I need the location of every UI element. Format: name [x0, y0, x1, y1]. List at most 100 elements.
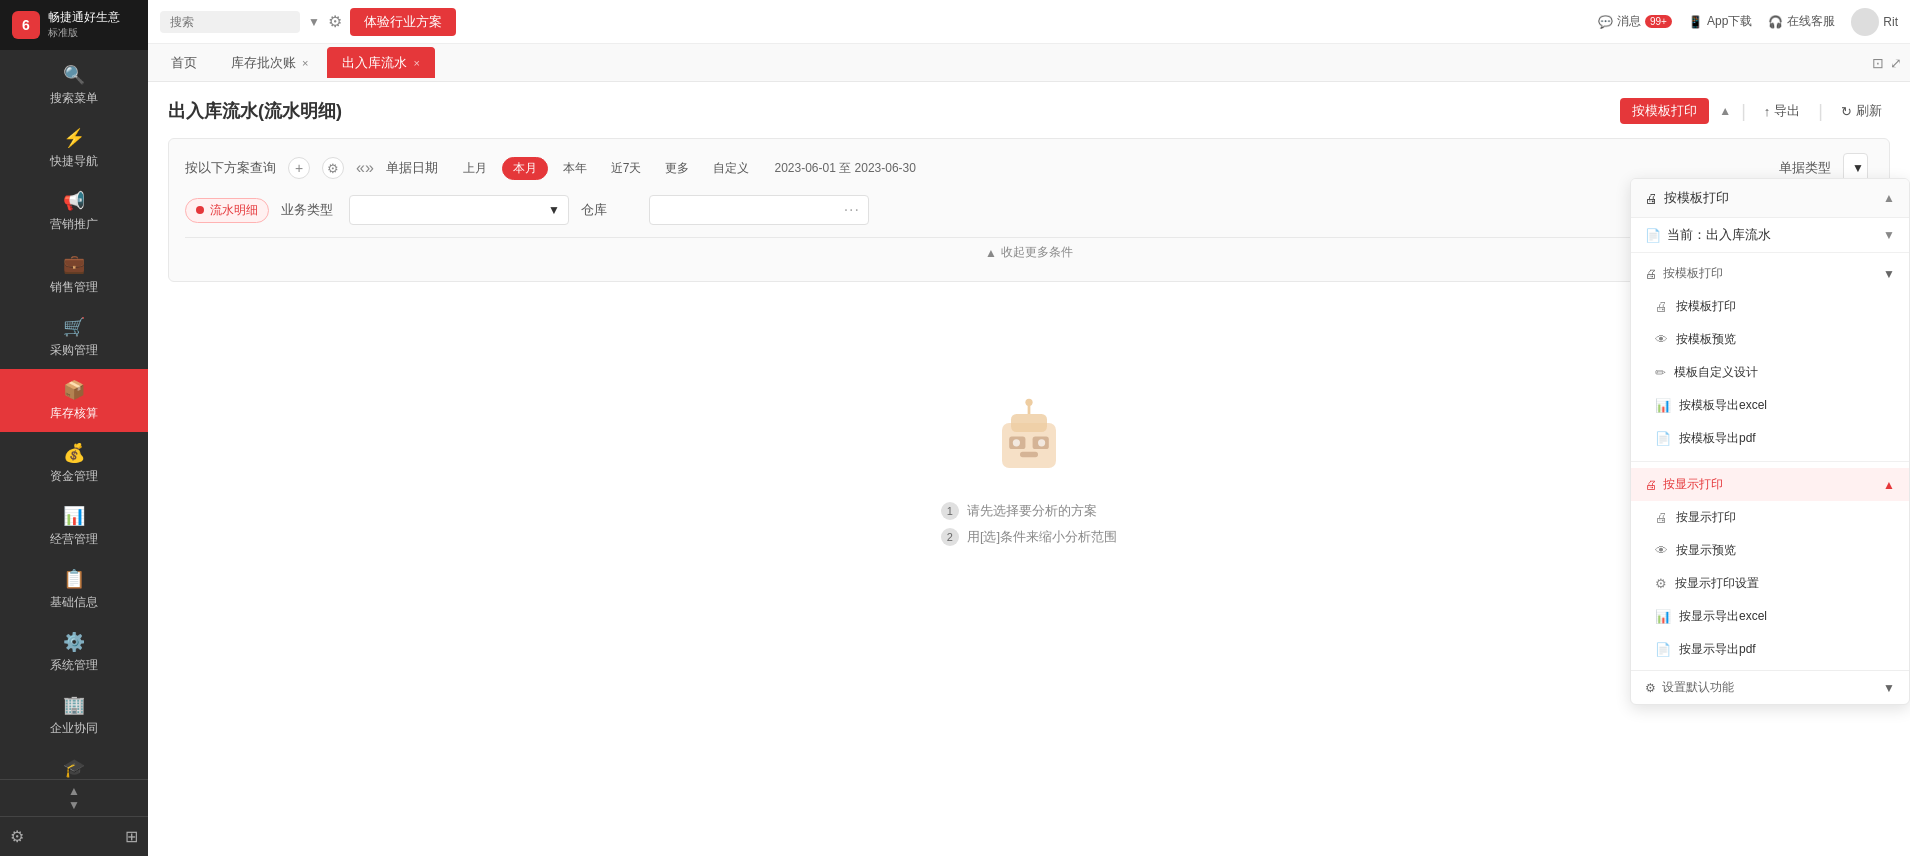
warehouse-dots[interactable]: ···: [844, 201, 860, 219]
user-item[interactable]: Rit: [1851, 8, 1898, 36]
biz-type-select[interactable]: ▼: [349, 195, 569, 225]
message-icon: 💬: [1598, 15, 1613, 29]
industry-btn[interactable]: 体验行业方案: [350, 8, 456, 36]
window-restore-icon[interactable]: ⊡: [1872, 55, 1884, 71]
date-range: 2023-06-01 至 2023-06-30: [774, 160, 915, 177]
warehouse-select[interactable]: ···: [649, 195, 869, 225]
current-chevron[interactable]: ▼: [1883, 228, 1895, 242]
tab-flowdetail[interactable]: 出入库流水 ×: [327, 47, 434, 78]
tabs-right: ⊡ ⤢: [1872, 55, 1902, 71]
active-filter-badge[interactable]: 流水明细: [185, 198, 269, 223]
sidebar-item-operation[interactable]: 📊 经营管理: [0, 495, 148, 558]
empty-illustration: [984, 396, 1074, 486]
nav-label-inventory: 库存核算: [50, 405, 98, 422]
sidebar-scroll-up[interactable]: ▲: [68, 784, 80, 798]
item-icon-display-preview: 👁: [1655, 543, 1668, 558]
filter-collapse-arrows[interactable]: «»: [356, 159, 374, 177]
template-print-section-header[interactable]: 🖨 按模板打印 ▼: [1631, 257, 1909, 290]
search-input[interactable]: [160, 11, 300, 33]
filter-dot: [196, 206, 204, 214]
online-service-label: 在线客服: [1787, 13, 1835, 30]
template-section-chevron: ▼: [1883, 267, 1895, 281]
collapse-more-btn[interactable]: ▲ 收起更多条件: [185, 237, 1873, 267]
phone-icon: 📱: [1688, 15, 1703, 29]
display-settings-label: 按显示打印设置: [1675, 575, 1759, 592]
item-icon-pdf: 📄: [1655, 431, 1671, 446]
sidebar-item-enterprise[interactable]: 🏢 企业协同: [0, 684, 148, 747]
sidebar-item-sales[interactable]: 💼 销售管理: [0, 243, 148, 306]
sidebar-item-marketing[interactable]: 📢 营销推广: [0, 180, 148, 243]
sidebar-item-inventory[interactable]: 📦 库存核算: [0, 369, 148, 432]
display-pdf-item[interactable]: 📄 按显示导出pdf: [1631, 633, 1909, 666]
template-print-chevron[interactable]: ▲: [1719, 104, 1731, 118]
template-custom-label: 模板自定义设计: [1674, 364, 1758, 381]
current-label: 当前：出入库流水: [1667, 226, 1771, 244]
headset-icon: 🎧: [1768, 15, 1783, 29]
app-download-item[interactable]: 📱 App下载: [1688, 13, 1752, 30]
date-tab-prev-month[interactable]: 上月: [454, 156, 496, 181]
search-dropdown-icon[interactable]: ▼: [308, 15, 320, 29]
biz-type-label: 业务类型: [281, 201, 337, 219]
sidebar-item-newbie[interactable]: 🎓 新手引导: [0, 747, 148, 779]
empty-step-1: 1 请先选择要分析的方案: [941, 502, 1097, 520]
doc-type-dropdown-icon: ▼: [1852, 161, 1864, 175]
sidebar-item-purchase[interactable]: 🛒 采购管理: [0, 306, 148, 369]
main-area: ▼ ⚙ 体验行业方案 💬 消息 99+ 📱 App下载 🎧 在线客服 Rit: [148, 0, 1910, 856]
display-print-item-label: 按显示打印: [1676, 509, 1736, 526]
sidebar-item-basic[interactable]: 📋 基础信息: [0, 558, 148, 621]
item-icon-print: 🖨: [1655, 299, 1668, 314]
nav-icon-system: ⚙️: [63, 631, 85, 653]
template-custom-item[interactable]: ✏ 模板自定义设计: [1631, 356, 1909, 389]
collapse-sidebar-icon[interactable]: ⊞: [125, 827, 138, 846]
edition-label: 标准版: [48, 26, 120, 40]
sidebar-item-system[interactable]: ⚙️ 系统管理: [0, 621, 148, 684]
template-pdf-item[interactable]: 📄 按模板导出pdf: [1631, 422, 1909, 455]
export-btn[interactable]: ↑ 导出: [1756, 98, 1809, 124]
dropdown-header-chevron[interactable]: ▲: [1883, 191, 1895, 205]
page-header: 出入库流水(流水明细) 按模板打印 ▲ | ↑ 导出 | ↻ 刷新: [168, 98, 1890, 124]
tab-batch-close[interactable]: ×: [302, 57, 308, 69]
template-excel-label: 按模板导出excel: [1679, 397, 1767, 414]
sidebar-item-search[interactable]: 🔍 搜索菜单: [0, 54, 148, 117]
topbar-gear-icon[interactable]: ⚙: [328, 12, 342, 31]
template-preview-item[interactable]: 👁 按模板预览: [1631, 323, 1909, 356]
item-icon-preview: 👁: [1655, 332, 1668, 347]
company-name: 畅捷通好生意: [48, 10, 120, 26]
svg-rect-1: [1011, 414, 1047, 432]
display-excel-item[interactable]: 📊 按显示导出excel: [1631, 600, 1909, 633]
message-badge: 99+: [1645, 15, 1672, 28]
display-print-section-header[interactable]: 🖨 按显示打印 ▲: [1631, 468, 1909, 501]
dropdown-footer[interactable]: ⚙ 设置默认功能 ▼: [1631, 670, 1909, 704]
sidebar-item-shortcut[interactable]: ⚡ 快捷导航: [0, 117, 148, 180]
sidebar-scroll-down[interactable]: ▼: [68, 798, 80, 812]
date-tab-more[interactable]: 更多: [656, 156, 698, 181]
template-print-item[interactable]: 🖨 按模板打印: [1631, 290, 1909, 323]
window-maximize-icon[interactable]: ⤢: [1890, 55, 1902, 71]
display-print-item[interactable]: 🖨 按显示打印: [1631, 501, 1909, 534]
sidebar-item-finance[interactable]: 💰 资金管理: [0, 432, 148, 495]
tab-flowdetail-close[interactable]: ×: [413, 57, 419, 69]
refresh-icon: ↻: [1841, 104, 1852, 119]
display-preview-item[interactable]: 👁 按显示预览: [1631, 534, 1909, 567]
online-service-item[interactable]: 🎧 在线客服: [1768, 13, 1835, 30]
date-tab-current-year[interactable]: 本年: [554, 156, 596, 181]
template-pdf-label: 按模板导出pdf: [1679, 430, 1756, 447]
display-settings-item[interactable]: ⚙ 按显示打印设置: [1631, 567, 1909, 600]
tab-home[interactable]: 首页: [156, 47, 212, 78]
filter-setting-btn[interactable]: ⚙: [322, 157, 344, 179]
date-tab-custom[interactable]: 自定义: [704, 156, 758, 181]
nav-label-purchase: 采购管理: [50, 342, 98, 359]
print-icon-header: 🖨: [1645, 191, 1658, 206]
page-actions: 按模板打印 ▲ | ↑ 导出 | ↻ 刷新: [1620, 98, 1890, 124]
message-item[interactable]: 💬 消息 99+: [1598, 13, 1672, 30]
tab-batch[interactable]: 库存批次账 ×: [216, 47, 323, 78]
filter-add-btn[interactable]: +: [288, 157, 310, 179]
template-print-btn[interactable]: 按模板打印: [1620, 98, 1709, 124]
svg-rect-6: [1020, 452, 1038, 457]
template-preview-label: 按模板预览: [1676, 331, 1736, 348]
refresh-btn[interactable]: ↻ 刷新: [1833, 98, 1890, 124]
date-tab-current-month[interactable]: 本月: [502, 157, 548, 180]
settings-icon[interactable]: ⚙: [10, 827, 24, 846]
date-tab-last7days[interactable]: 近7天: [602, 156, 651, 181]
template-excel-item[interactable]: 📊 按模板导出excel: [1631, 389, 1909, 422]
